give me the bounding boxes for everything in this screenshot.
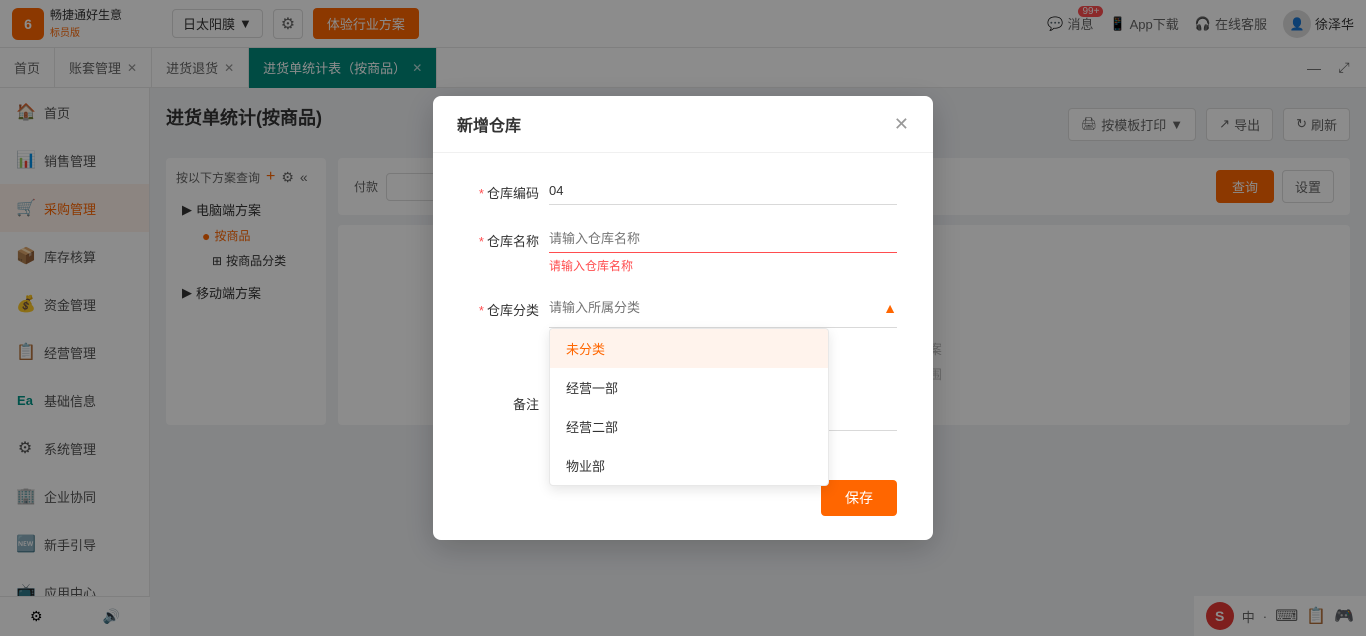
chevron-up-icon[interactable]: ▲ <box>883 300 897 316</box>
form-row-category: 仓库分类 ▲ 未分类 经营一部 经营二部 <box>469 294 897 328</box>
category-dropdown: 未分类 经营一部 经营二部 物业部 <box>549 328 829 486</box>
remark-label: 备注 <box>469 388 549 413</box>
code-label: 仓库编码 <box>469 177 549 202</box>
form-row-name: 仓库名称 请输入仓库名称 <box>469 225 897 274</box>
dropdown-item-uncategorized[interactable]: 未分类 <box>550 329 828 368</box>
modal-header: 新增仓库 ✕ <box>433 96 933 153</box>
code-input[interactable] <box>549 177 897 205</box>
dropdown-item-dept2[interactable]: 经营二部 <box>550 407 828 446</box>
form-row-code: 仓库编码 <box>469 177 897 205</box>
code-field-wrap <box>549 177 897 205</box>
dropdown-item-property[interactable]: 物业部 <box>550 446 828 485</box>
name-error-message: 请输入仓库名称 <box>549 257 897 274</box>
name-label: 仓库名称 <box>469 225 549 250</box>
dropdown-item-dept1[interactable]: 经营一部 <box>550 368 828 407</box>
category-input[interactable] <box>549 294 883 321</box>
modal-close-button[interactable]: ✕ <box>894 114 909 135</box>
new-warehouse-modal: 新增仓库 ✕ 仓库编码 仓库名称 请输入仓库名称 仓库分类 ▲ <box>433 96 933 540</box>
category-field-wrap: ▲ 未分类 经营一部 经营二部 物业部 <box>549 294 897 328</box>
modal-body: 仓库编码 仓库名称 请输入仓库名称 仓库分类 ▲ <box>433 153 933 480</box>
name-field-wrap: 请输入仓库名称 <box>549 225 897 274</box>
modal-title: 新增仓库 <box>457 112 521 136</box>
save-button[interactable]: 保存 <box>821 480 897 516</box>
category-label: 仓库分类 <box>469 294 549 319</box>
name-input[interactable] <box>549 225 897 253</box>
